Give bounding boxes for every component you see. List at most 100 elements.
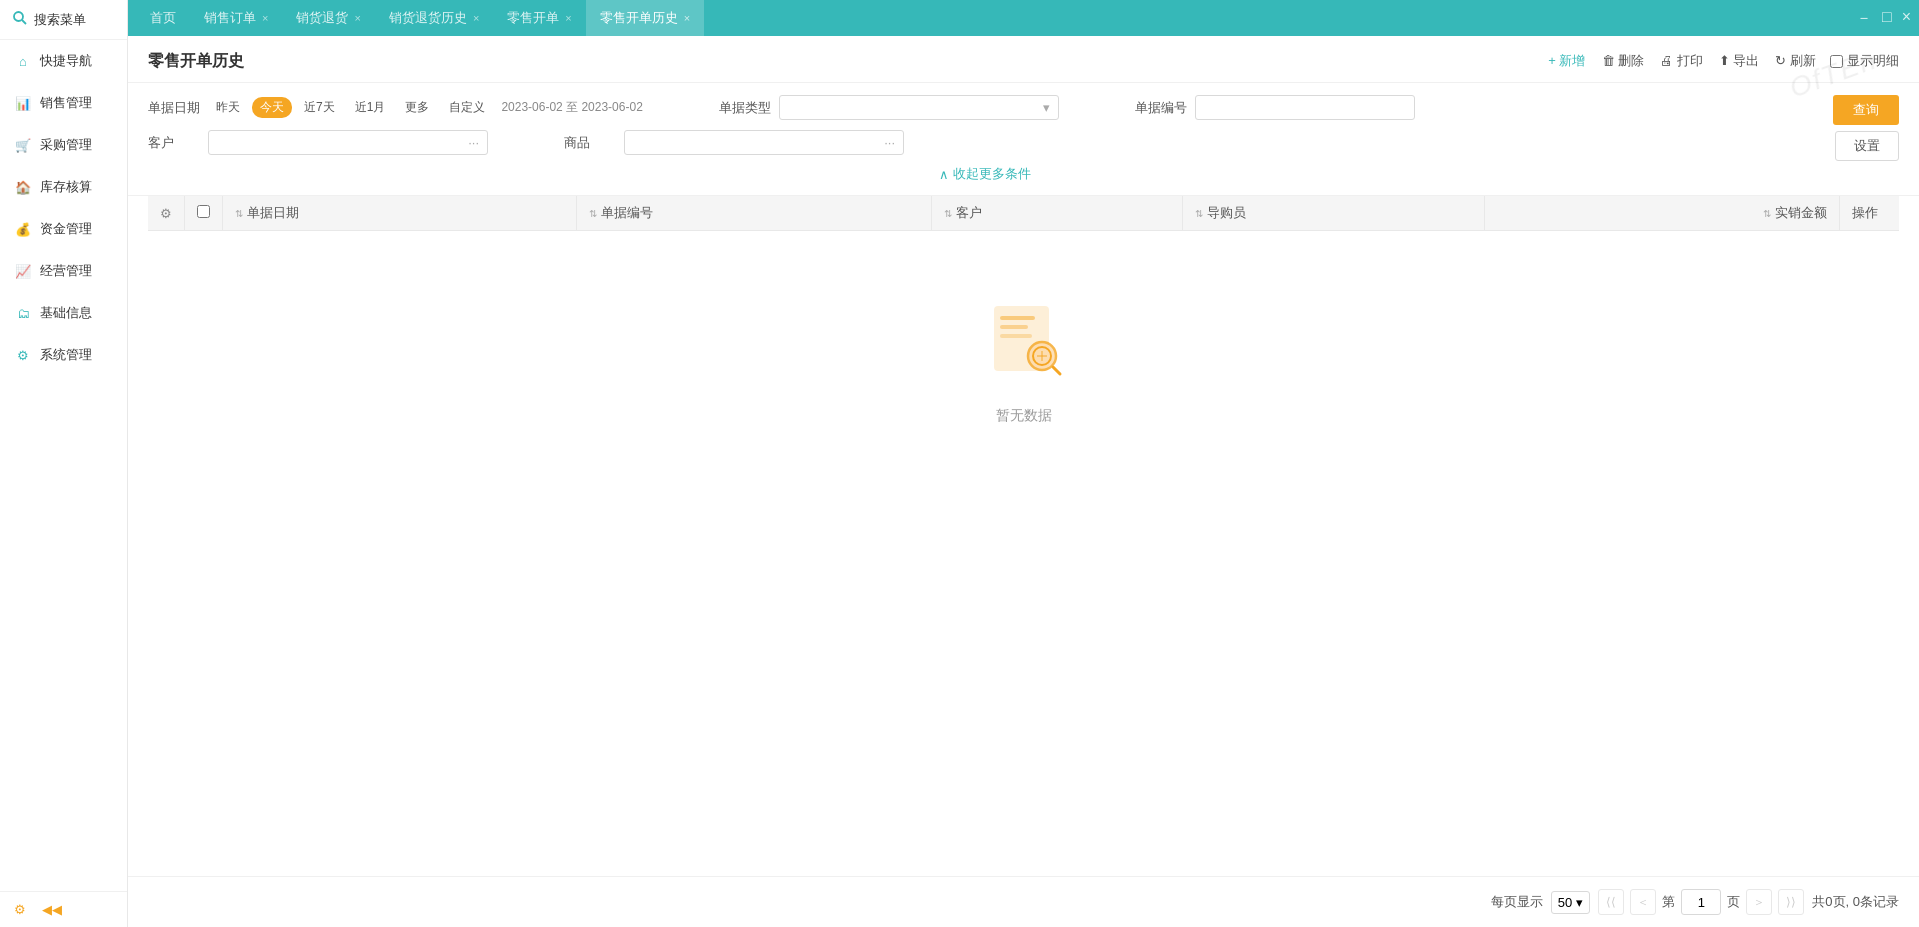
- date-yesterday[interactable]: 昨天: [208, 97, 248, 118]
- per-page-label: 每页显示: [1491, 893, 1543, 911]
- sidebar: 搜索菜单 ⌂ 快捷导航 📊 销售管理 🛒 采购管理 🏠 库存核算 💰 资金管理 …: [0, 0, 128, 927]
- page-number-input[interactable]: [1681, 889, 1721, 915]
- tab-home[interactable]: 首页: [136, 0, 190, 36]
- date-7days[interactable]: 近7天: [296, 97, 343, 118]
- date-more[interactable]: 更多: [397, 97, 437, 118]
- col-guide: ⇅ 导购员: [1182, 196, 1485, 231]
- first-page-btn[interactable]: ⟨⟨: [1598, 889, 1624, 915]
- tab-bar: 首页 销售订单 × 销货退货 × 销货退货历史 × 零售开单 × 零售开单历史 …: [128, 0, 1919, 36]
- tab-retail-history-close[interactable]: ×: [684, 13, 690, 24]
- doc-no-input[interactable]: [1195, 95, 1415, 120]
- doc-type-label: 单据类型: [719, 99, 771, 117]
- goods-input[interactable]: ···: [624, 130, 904, 155]
- maximize-btn[interactable]: □: [1882, 8, 1892, 29]
- tab-retail-open-close[interactable]: ×: [565, 13, 571, 24]
- set-button[interactable]: 设置: [1835, 131, 1899, 161]
- customer-label: 客户: [148, 134, 174, 152]
- col-doc-no: ⇅ 单据编号: [577, 196, 931, 231]
- col-amount-sort-icon[interactable]: ⇅: [1763, 208, 1771, 219]
- col-date-sort-icon[interactable]: ⇅: [235, 208, 243, 219]
- search-icon: [12, 10, 28, 29]
- export-button[interactable]: ⬆ 导出: [1717, 48, 1762, 74]
- prev-page-btn[interactable]: ＜: [1630, 889, 1656, 915]
- footer-gear-icon[interactable]: ⚙: [14, 902, 26, 917]
- show-detail-checkbox[interactable]: 显示明细: [1830, 52, 1899, 70]
- minimize-btn[interactable]: －: [1856, 8, 1872, 29]
- sidebar-item-label: 快捷导航: [40, 52, 92, 70]
- date-filter-field: 单据日期 昨天 今天 近7天 近1月 更多 自定义 2023-06-02 至 2…: [148, 97, 643, 118]
- page-size-select[interactable]: 50 ▾: [1551, 891, 1590, 914]
- customer-input[interactable]: ···: [208, 130, 488, 155]
- sidebar-item-inventory[interactable]: 🏠 库存核算: [0, 166, 127, 208]
- tab-retail-history[interactable]: 零售开单历史 ×: [586, 0, 704, 36]
- col-guide-sort-icon[interactable]: ⇅: [1195, 208, 1203, 219]
- col-date-label: 单据日期: [247, 204, 299, 222]
- table-container: ⚙ ⇅ 单据日期 ⇅: [128, 196, 1919, 876]
- tab-sales-return-history[interactable]: 销货退货历史 ×: [375, 0, 493, 36]
- sidebar-item-purchase-mgmt[interactable]: 🛒 采购管理: [0, 124, 127, 166]
- refresh-button[interactable]: ↻ 刷新: [1773, 48, 1818, 74]
- chevron-up-icon: ∧: [939, 167, 949, 182]
- svg-point-0: [14, 12, 23, 21]
- table-settings-icon[interactable]: ⚙: [160, 206, 172, 221]
- col-customer: ⇅ 客户: [931, 196, 1182, 231]
- goods-filter-field: 商品 ···: [564, 130, 904, 155]
- show-detail-input[interactable]: [1830, 55, 1843, 68]
- svg-rect-3: [1000, 316, 1035, 320]
- tab-retail-open[interactable]: 零售开单 ×: [493, 0, 585, 36]
- purchase-icon: 🛒: [14, 136, 32, 154]
- tab-sales-return[interactable]: 销货退货 ×: [282, 0, 374, 36]
- footer-collapse-icon[interactable]: ◀◀: [42, 902, 62, 917]
- goods-label: 商品: [564, 134, 590, 152]
- date-shortcuts: 昨天 今天 近7天 近1月 更多 自定义 2023-06-02 至 2023-0…: [208, 97, 643, 118]
- collapse-label: 收起更多条件: [953, 165, 1031, 183]
- page-size-value: 50: [1558, 895, 1572, 910]
- tab-retail-open-label: 零售开单: [507, 9, 559, 27]
- filter-area: 单据日期 昨天 今天 近7天 近1月 更多 自定义 2023-06-02 至 2…: [128, 83, 1919, 196]
- empty-state: 暂无数据: [148, 231, 1899, 485]
- empty-illustration: [974, 291, 1074, 391]
- tab-sales-return-close[interactable]: ×: [354, 13, 360, 24]
- page-nav: ⟨⟨ ＜ 第 页 ＞ ⟩⟩: [1598, 889, 1804, 915]
- date-today[interactable]: 今天: [252, 97, 292, 118]
- date-1month[interactable]: 近1月: [347, 97, 394, 118]
- col-docno-label: 单据编号: [601, 204, 653, 222]
- collapse-btn[interactable]: ∧ 收起更多条件: [148, 165, 1821, 183]
- sidebar-item-label: 销售管理: [40, 94, 92, 112]
- tab-sales-order-close[interactable]: ×: [262, 13, 268, 24]
- sidebar-item-sys-mgmt[interactable]: ⚙ 系统管理: [0, 334, 127, 376]
- date-custom[interactable]: 自定义: [441, 97, 493, 118]
- svg-rect-4: [1000, 325, 1028, 329]
- select-all-checkbox[interactable]: [197, 205, 210, 218]
- delete-button[interactable]: 🗑 删除: [1600, 48, 1647, 74]
- sidebar-search[interactable]: 搜索菜单: [0, 0, 127, 40]
- customer-filter-field: 客户 ···: [148, 130, 488, 155]
- system-icon: ⚙: [14, 346, 32, 364]
- home-icon: ⌂: [14, 52, 32, 70]
- goods-dots-icon: ···: [884, 135, 895, 150]
- col-docno-sort-icon[interactable]: ⇅: [589, 208, 597, 219]
- sidebar-item-quick-nav[interactable]: ⌂ 快捷导航: [0, 40, 127, 82]
- sidebar-item-sales-mgmt[interactable]: 📊 销售管理: [0, 82, 127, 124]
- next-page-btn[interactable]: ＞: [1746, 889, 1772, 915]
- sidebar-item-label: 系统管理: [40, 346, 92, 364]
- add-button[interactable]: + 新增: [1546, 48, 1587, 74]
- last-page-btn[interactable]: ⟩⟩: [1778, 889, 1804, 915]
- query-button[interactable]: 查询: [1833, 95, 1899, 125]
- window-controls: － □ ×: [1856, 8, 1911, 29]
- total-info: 共0页, 0条记录: [1812, 893, 1899, 911]
- page-size-chevron: ▾: [1576, 895, 1583, 910]
- tab-sales-return-history-close[interactable]: ×: [473, 13, 479, 24]
- sidebar-item-label: 基础信息: [40, 304, 92, 322]
- svg-rect-5: [1000, 334, 1032, 338]
- sidebar-item-operations[interactable]: 📈 经营管理: [0, 250, 127, 292]
- close-btn[interactable]: ×: [1902, 8, 1911, 29]
- sidebar-item-base-info[interactable]: 🗂 基础信息: [0, 292, 127, 334]
- doc-type-select[interactable]: ▾: [779, 95, 1059, 120]
- col-ops: 操作: [1839, 196, 1899, 231]
- col-customer-sort-icon[interactable]: ⇅: [944, 208, 952, 219]
- tab-sales-return-history-label: 销货退货历史: [389, 9, 467, 27]
- print-button[interactable]: 🖨 打印: [1658, 48, 1705, 74]
- sidebar-item-finance[interactable]: 💰 资金管理: [0, 208, 127, 250]
- tab-sales-order[interactable]: 销售订单 ×: [190, 0, 282, 36]
